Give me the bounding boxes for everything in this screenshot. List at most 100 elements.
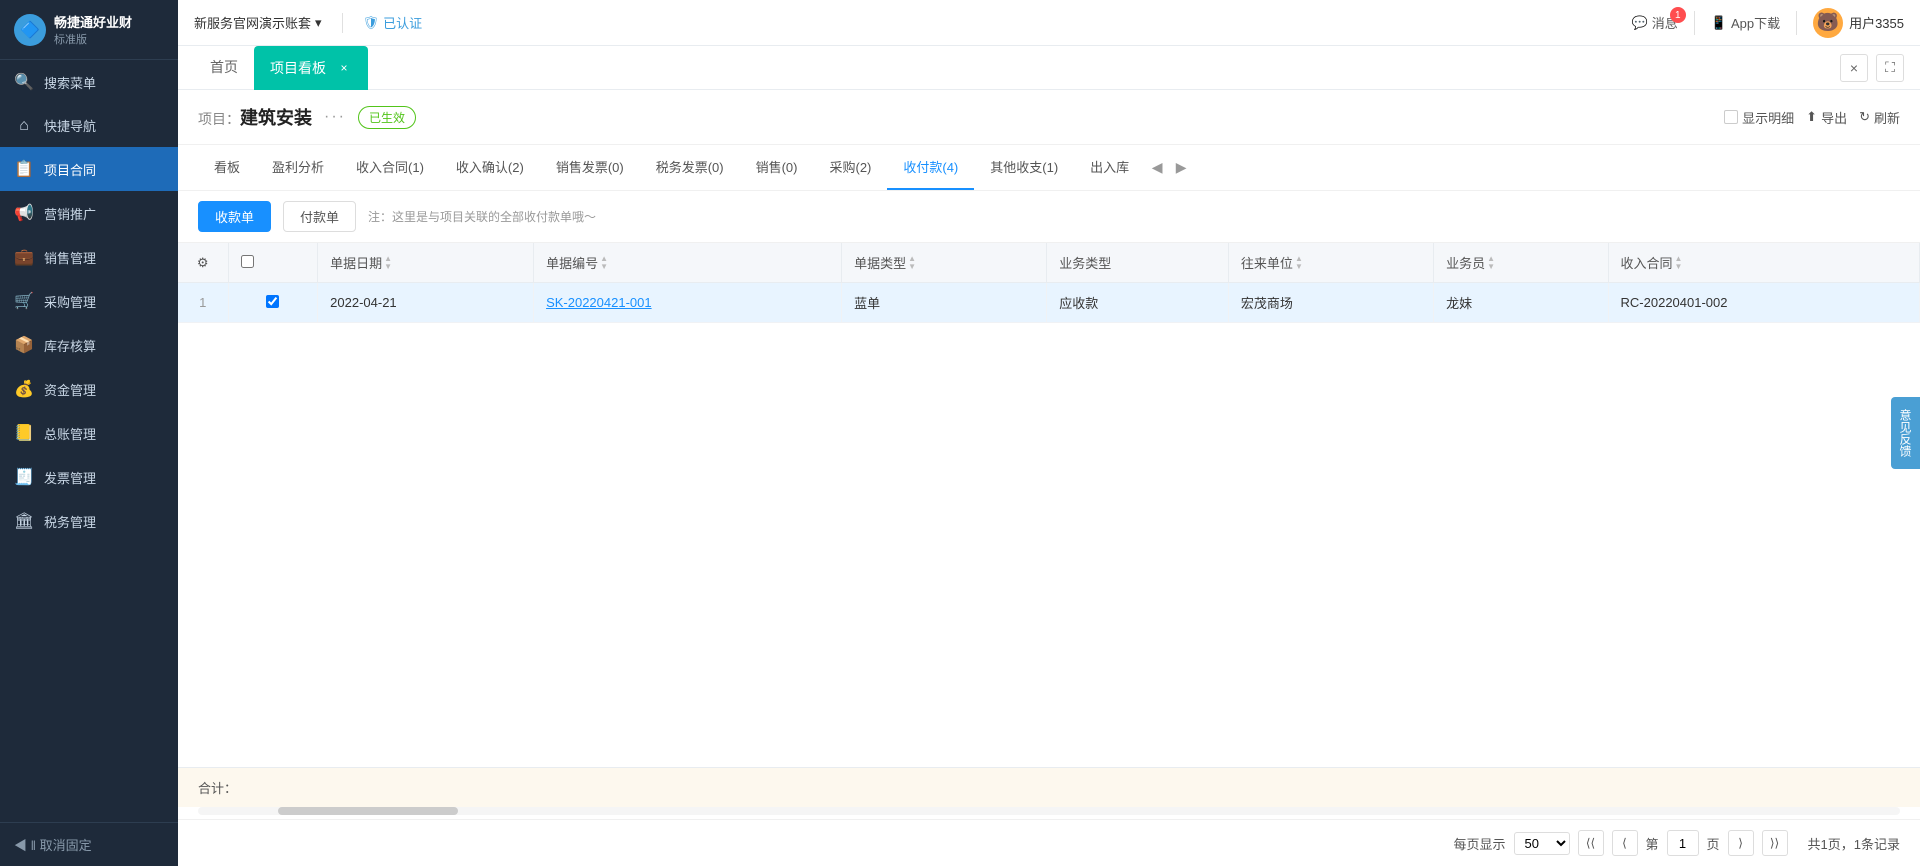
sidebar-menu: 🔍搜索菜单⌂快捷导航📋项目合同📢营销推广💼销售管理 🛒 采购管理 📦库存核算💰资金管理… <box>0 60 178 822</box>
sidebar-label-1: 快捷导航 <box>44 116 96 135</box>
username: 用户3355 <box>1849 13 1904 32</box>
tab-home[interactable]: 首页 <box>194 46 254 90</box>
subnav-tab-sales[interactable]: 销售(0) <box>740 145 814 190</box>
window-expand-button[interactable]: ⛶ <box>1876 54 1904 82</box>
subnav-tab-purchase[interactable]: 采购(2) <box>813 145 887 190</box>
feedback-button[interactable]: 意见反馈 <box>1891 397 1920 469</box>
page-label: 第 <box>1646 834 1659 853</box>
receipts-button[interactable]: 收款单 <box>198 201 271 232</box>
tab-project-board[interactable]: 项目看板 × <box>254 46 368 90</box>
tabbar: 首页 项目看板 × × ⛶ <box>178 46 1920 90</box>
sidebar-item-3[interactable]: 📢营销推广 <box>0 191 178 235</box>
row-date-0: 2022-04-21 <box>318 283 534 323</box>
select-all-checkbox[interactable] <box>241 255 254 268</box>
sidebar-label-8: 总账管理 <box>44 424 96 443</box>
topbar: 新服务官网演示账套 ▾ 🛡 已认证 💬 消息 1 📱 App下载 🐻 用户335… <box>178 0 1920 46</box>
subnav-prev-arrow[interactable]: ◀ <box>1145 156 1169 180</box>
app-download-button[interactable]: 📱 App下载 <box>1711 13 1780 32</box>
horizontal-scrollbar[interactable] <box>198 807 1900 815</box>
table-row[interactable]: 1 2022-04-21 SK-20220421-001 蓝单 应收款 宏茂商场… <box>178 283 1920 323</box>
sidebar-item-0[interactable]: 🔍搜索菜单 <box>0 60 178 104</box>
refresh-icon: ↻ <box>1859 109 1870 125</box>
data-table: ⚙ 单据日期▲▼ 单据编号▲▼ 单据类型▲▼ 业务类型 往来单位▲▼ 业务员▲▼… <box>178 243 1920 323</box>
subnav: 看板 盈利分析 收入合同(1) 收入确认(2) 销售发票(0) 税务发票(0) … <box>178 145 1920 191</box>
sidebar-label-9: 发票管理 <box>44 468 96 487</box>
page-number-input[interactable] <box>1667 830 1699 856</box>
row-checkbox-0[interactable] <box>228 283 318 323</box>
export-button[interactable]: ⬆ 导出 <box>1806 108 1847 127</box>
subnav-tab-other[interactable]: 其他收支(1) <box>974 145 1074 190</box>
refresh-button[interactable]: ↻ 刷新 <box>1859 108 1900 127</box>
sidebar-icon-3: 📢 <box>14 203 34 223</box>
next-page-button[interactable]: ⟩ <box>1728 830 1754 856</box>
row-contract-0: RC-20220401-002 <box>1608 283 1919 323</box>
topbar-divider3 <box>1796 11 1797 35</box>
avatar: 🐻 <box>1813 8 1843 38</box>
phone-icon: 📱 <box>1711 15 1727 31</box>
prev-page-button[interactable]: ⟨ <box>1612 830 1638 856</box>
sidebar-label-5: 采购管理 <box>44 292 96 311</box>
table-footer: 合计： <box>178 767 1920 807</box>
show-detail-checkbox[interactable] <box>1724 110 1738 124</box>
row-index-0: 1 <box>178 283 228 323</box>
number-col-header[interactable]: 单据编号▲▼ <box>534 243 842 283</box>
project-header-actions: 显示明细 ⬆ 导出 ↻ 刷新 <box>1724 108 1900 127</box>
sidebar-icon-2: 📋 <box>14 159 34 179</box>
sidebar-icon-0: 🔍 <box>14 72 34 92</box>
sidebar-unpin-button[interactable]: ◀ ‖ 取消固定 <box>0 822 178 866</box>
dropdown-icon: ▾ <box>315 15 322 31</box>
subnav-tab-inout[interactable]: 出入库 <box>1074 145 1145 190</box>
subnav-tab-tax-invoice[interactable]: 税务发票(0) <box>640 145 740 190</box>
checkbox-col-header[interactable] <box>228 243 318 283</box>
subnav-tab-payment[interactable]: 收付款(4) <box>887 145 974 190</box>
sidebar-item-4[interactable]: 💼销售管理 <box>0 235 178 279</box>
row-number-0[interactable]: SK-20220421-001 <box>534 283 842 323</box>
sidebar-icon-10: 🏛 <box>14 511 34 531</box>
subnav-tab-income-contract[interactable]: 收入合同(1) <box>340 145 440 190</box>
show-detail-toggle[interactable]: 显示明细 <box>1724 108 1794 127</box>
subnav-note: 注：这里是与项目关联的全部收付款单哦～ <box>368 208 596 225</box>
message-badge: 1 <box>1670 7 1686 23</box>
shield-icon: 🛡 <box>363 15 380 31</box>
partner-col-header[interactable]: 往来单位▲▼ <box>1228 243 1433 283</box>
subnav-tab-sales-invoice[interactable]: 销售发票(0) <box>540 145 640 190</box>
sidebar-icon-7: 💰 <box>14 379 34 399</box>
sidebar-item-8[interactable]: 📒总账管理 <box>0 411 178 455</box>
subnav-next-arrow[interactable]: ▶ <box>1169 156 1193 180</box>
per-page-select[interactable]: 50 100 <box>1514 832 1570 855</box>
sidebar-item-9[interactable]: 🧾发票管理 <box>0 455 178 499</box>
sub-subnav: 收款单 付款单 注：这里是与项目关联的全部收付款单哦～ <box>178 191 1920 243</box>
sidebar-item-10[interactable]: 🏛税务管理 <box>0 499 178 543</box>
settings-col-header[interactable]: ⚙ <box>178 243 228 283</box>
content-area: 项目：建筑安装 ··· 已生效 显示明细 ⬆ 导出 ↻ 刷新 <box>178 90 1920 866</box>
sidebar-label-4: 销售管理 <box>44 248 96 267</box>
per-page-label: 每页显示 <box>1453 834 1505 853</box>
type-col-header[interactable]: 单据类型▲▼ <box>842 243 1047 283</box>
last-page-button[interactable]: ⟩⟩ <box>1762 830 1788 856</box>
footer-total-label: 合计： <box>198 778 237 797</box>
message-button[interactable]: 💬 消息 1 <box>1632 13 1678 32</box>
sidebar-item-6[interactable]: 📦库存核算 <box>0 323 178 367</box>
sidebar-item-7[interactable]: 💰资金管理 <box>0 367 178 411</box>
user-menu[interactable]: 🐻 用户3355 <box>1813 8 1904 38</box>
sidebar-item-5[interactable]: 🛒 采购管理 <box>0 279 178 323</box>
payments-button[interactable]: 付款单 <box>283 201 356 232</box>
project-more-button[interactable]: ··· <box>324 108 346 126</box>
subnav-tab-profit[interactable]: 盈利分析 <box>256 145 340 190</box>
tab-close-icon[interactable]: × <box>336 60 352 76</box>
contract-col-header[interactable]: 收入合同▲▼ <box>1608 243 1919 283</box>
salesman-col-header[interactable]: 业务员▲▼ <box>1434 243 1608 283</box>
topbar-actions: 💬 消息 1 📱 App下载 🐻 用户3355 <box>1632 8 1904 38</box>
scrollbar-thumb[interactable] <box>278 807 458 815</box>
project-selector[interactable]: 新服务官网演示账套 ▾ <box>194 13 322 32</box>
first-page-button[interactable]: ⟨⟨ <box>1578 830 1604 856</box>
date-col-header[interactable]: 单据日期▲▼ <box>318 243 534 283</box>
sidebar-item-2[interactable]: 📋项目合同 <box>0 147 178 191</box>
sidebar-item-1[interactable]: ⌂快捷导航 <box>0 104 178 147</box>
sidebar-icon-5: 🛒 <box>14 291 34 311</box>
subnav-tab-income-confirm[interactable]: 收入确认(2) <box>440 145 540 190</box>
window-close-button[interactable]: × <box>1840 54 1868 82</box>
subnav-tab-kanban[interactable]: 看板 <box>198 145 256 190</box>
page-suffix: 页 <box>1707 834 1720 853</box>
project-title: 项目：建筑安装 <box>198 104 312 130</box>
